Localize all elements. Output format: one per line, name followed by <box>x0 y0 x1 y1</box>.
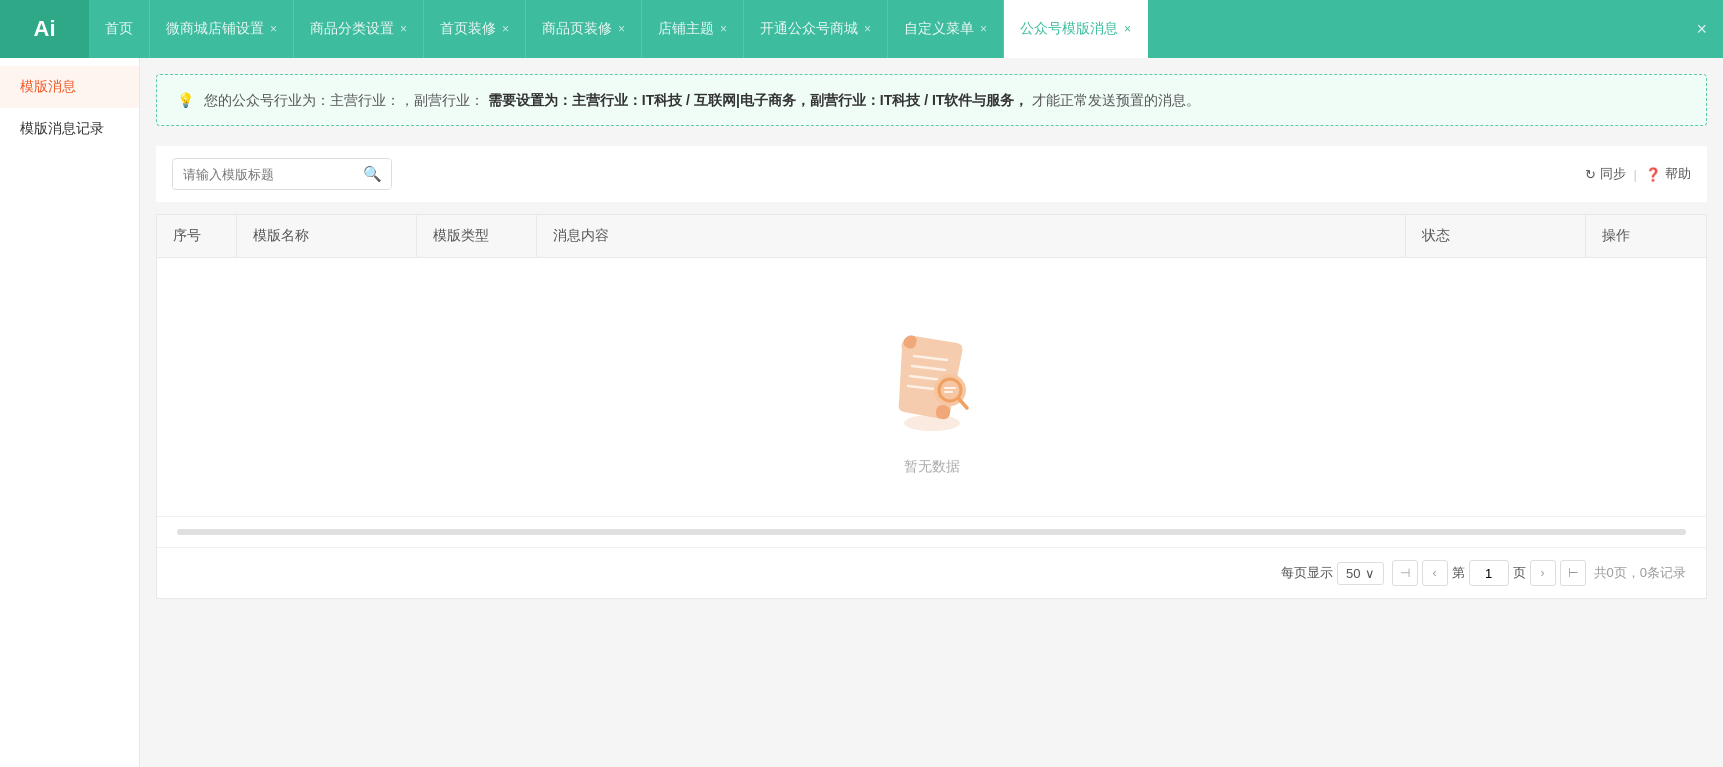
table-col-序号: 序号 <box>157 215 237 257</box>
nav-tabs-container: 首页微商城店铺设置×商品分类设置×首页装修×商品页装修×店铺主题×开通公众号商城… <box>89 0 1723 58</box>
nav-tab-公众号模版消息[interactable]: 公众号模版消息 × <box>1004 0 1148 58</box>
nav-tab-开通公众号商城[interactable]: 开通公众号商城 × <box>744 0 888 58</box>
nav-tab-close[interactable]: × <box>1124 23 1131 35</box>
nav-tab-label: 开通公众号商城 <box>760 20 858 38</box>
nav-tab-店铺主题[interactable]: 店铺主题 × <box>642 0 744 58</box>
page-size-dropdown[interactable]: 50 ∨ <box>1337 562 1383 585</box>
notice-text-prefix: 您的公众号行业为：主营行业：，副营行业： <box>204 92 484 108</box>
nav-tab-label: 首页 <box>105 20 133 38</box>
nav-tab-label: 商品页装修 <box>542 20 612 38</box>
nav-tab-商品分类设置[interactable]: 商品分类设置 × <box>294 0 424 58</box>
empty-illustration <box>872 318 992 438</box>
nav-tab-label: 首页装修 <box>440 20 496 38</box>
sidebar: 模版消息模版消息记录 <box>0 58 140 767</box>
first-page-button[interactable]: ⊣ <box>1392 560 1418 586</box>
notice-icon: 💡 <box>177 92 194 108</box>
prev-page-button[interactable]: ‹ <box>1422 560 1448 586</box>
toolbar-right: ↻ 同步 | ❓ 帮助 <box>1585 165 1691 183</box>
sidebar-item-模版消息[interactable]: 模版消息 <box>0 66 139 108</box>
nav-tab-首页[interactable]: 首页 <box>89 0 150 58</box>
page-number-input[interactable] <box>1469 560 1509 586</box>
page-size-label: 每页显示 <box>1281 564 1333 582</box>
total-info: 共0页，0条记录 <box>1594 564 1686 582</box>
top-nav: Ai 首页微商城店铺设置×商品分类设置×首页装修×商品页装修×店铺主题×开通公众… <box>0 0 1723 58</box>
nav-tab-close[interactable]: × <box>720 23 727 35</box>
table-col-模版名称: 模版名称 <box>237 215 417 257</box>
sync-icon: ↻ <box>1585 167 1596 182</box>
table-col-消息内容: 消息内容 <box>537 215 1406 257</box>
table-wrap: 序号模版名称模版类型消息内容状态操作 <box>156 214 1707 599</box>
nav-tab-close[interactable]: × <box>502 23 509 35</box>
nav-tab-close[interactable]: × <box>980 23 987 35</box>
help-button[interactable]: ❓ 帮助 <box>1645 165 1691 183</box>
sidebar-item-模版消息记录[interactable]: 模版消息记录 <box>0 108 139 150</box>
notice-banner: 💡 您的公众号行业为：主营行业：，副营行业： 需要设置为：主营行业：IT科技 /… <box>156 74 1707 126</box>
last-page-button[interactable]: ⊢ <box>1560 560 1586 586</box>
nav-tab-自定义菜单[interactable]: 自定义菜单 × <box>888 0 1004 58</box>
search-input[interactable] <box>173 161 353 188</box>
svg-point-0 <box>904 415 960 431</box>
pagination: 每页显示 50 ∨ ⊣ ‹ 第 页 › ⊢ 共0页，0条记录 <box>157 547 1706 598</box>
search-bar: 🔍 ↻ 同步 | ❓ 帮助 <box>156 146 1707 202</box>
page-label-pre: 第 <box>1452 564 1465 582</box>
sync-button[interactable]: ↻ 同步 <box>1585 165 1626 183</box>
nav-tab-label: 公众号模版消息 <box>1020 20 1118 38</box>
main-layout: 模版消息模版消息记录 💡 您的公众号行业为：主营行业：，副营行业： 需要设置为：… <box>0 58 1723 767</box>
empty-state: 暂无数据 <box>157 258 1706 516</box>
search-input-wrap: 🔍 <box>172 158 392 190</box>
table-col-状态: 状态 <box>1406 215 1586 257</box>
page-size-chevron: ∨ <box>1365 566 1375 581</box>
nav-tab-label: 微商城店铺设置 <box>166 20 264 38</box>
page-nav: ⊣ ‹ 第 页 › ⊢ <box>1392 560 1586 586</box>
content-area: 💡 您的公众号行业为：主营行业：，副营行业： 需要设置为：主营行业：IT科技 /… <box>140 58 1723 767</box>
empty-text: 暂无数据 <box>904 458 960 476</box>
table-col-操作: 操作 <box>1586 215 1706 257</box>
notice-text-suffix: 才能正常发送预置的消息。 <box>1032 92 1200 108</box>
fake-scrollbar[interactable] <box>177 529 1686 535</box>
nav-tab-首页装修[interactable]: 首页装修 × <box>424 0 526 58</box>
notice-text-highlight: 需要设置为：主营行业：IT科技 / 互联网|电子商务，副营行业：IT科技 / I… <box>488 92 1029 108</box>
sync-label: 同步 <box>1600 165 1626 183</box>
nav-tab-商品页装修[interactable]: 商品页装修 × <box>526 0 642 58</box>
nav-tab-close[interactable]: × <box>400 23 407 35</box>
nav-tab-close[interactable]: × <box>270 23 277 35</box>
nav-tab-close[interactable]: × <box>618 23 625 35</box>
nav-tab-close[interactable]: × <box>864 23 871 35</box>
nav-tab-label: 自定义菜单 <box>904 20 974 38</box>
page-label-post: 页 <box>1513 564 1526 582</box>
help-label: 帮助 <box>1665 165 1691 183</box>
next-page-button[interactable]: › <box>1530 560 1556 586</box>
scrollbar-area <box>157 516 1706 547</box>
page-size-value: 50 <box>1346 566 1360 581</box>
brand-logo: Ai <box>0 0 89 58</box>
page-size-select: 每页显示 50 ∨ <box>1281 562 1383 585</box>
search-button[interactable]: 🔍 <box>353 159 392 189</box>
help-icon: ❓ <box>1645 167 1661 182</box>
table-header: 序号模版名称模版类型消息内容状态操作 <box>157 215 1706 258</box>
nav-tab-label: 店铺主题 <box>658 20 714 38</box>
toolbar-divider: | <box>1634 167 1637 182</box>
table-col-模版类型: 模版类型 <box>417 215 537 257</box>
global-close-button[interactable]: × <box>1696 19 1707 40</box>
nav-tab-label: 商品分类设置 <box>310 20 394 38</box>
svg-line-7 <box>959 399 967 408</box>
nav-tab-微商城店铺设置[interactable]: 微商城店铺设置 × <box>150 0 294 58</box>
